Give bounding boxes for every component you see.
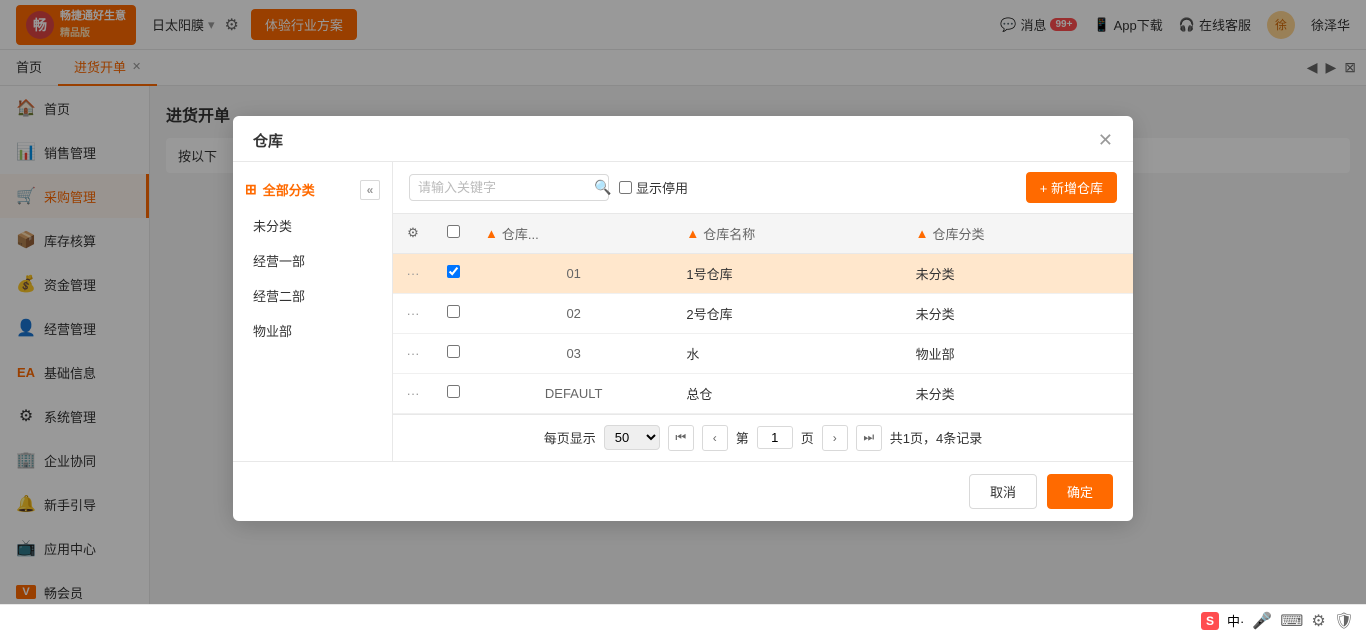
row-name-cell: 水 (674, 333, 903, 373)
select-all-checkbox[interactable] (447, 225, 460, 238)
row-code-cell: DEFAULT (473, 373, 674, 413)
row-name-cell: 2号仓库 (674, 293, 903, 333)
warehouse-modal: 仓库 ✕ ⊞ 全部分类 « 未分类 经营一部 经营二部 (233, 116, 1133, 521)
mic-icon[interactable]: 🎤 (1252, 611, 1272, 631)
th-category: ▲ 仓库分类 (904, 214, 1133, 254)
first-page-button[interactable]: ⏮ (668, 425, 694, 451)
th-category-label: 仓库分类 (933, 224, 985, 243)
table-row[interactable]: ··· 02 2号仓库 未分类 (393, 293, 1133, 333)
sort-icon: ▲ (485, 226, 498, 241)
category-item-ops1[interactable]: 经营一部 (233, 243, 392, 278)
prev-page-button[interactable]: ‹ (702, 425, 728, 451)
add-warehouse-button[interactable]: + 新增仓库 (1026, 172, 1117, 203)
show-disabled-control: 显示停用 (619, 178, 688, 197)
table-header-row: ⚙ ▲ 仓库... (393, 214, 1133, 254)
gear-icon: ⚙ (407, 225, 419, 240)
warehouse-tbody: ··· 01 1号仓库 未分类 ··· 02 2号仓库 未分类 ··· 03 水… (393, 253, 1133, 413)
total-label: 共1页，4条记录 (890, 428, 982, 447)
page-input[interactable] (757, 426, 793, 449)
collapse-button[interactable]: « (360, 180, 380, 200)
category-label: 未分类 (253, 219, 292, 234)
th-code: ▲ 仓库... (473, 214, 674, 254)
search-icon: 🔍 (594, 179, 611, 196)
s-logo[interactable]: S (1201, 612, 1219, 630)
category-item-property[interactable]: 物业部 (233, 313, 392, 348)
th-actions: ⚙ (393, 214, 433, 254)
row-checkbox-cell (433, 333, 473, 373)
category-item-unclassified[interactable]: 未分类 (233, 208, 392, 243)
show-disabled-label: 显示停用 (636, 178, 688, 197)
show-disabled-checkbox[interactable] (619, 181, 632, 194)
settings-icon[interactable]: ⚙ (1311, 611, 1325, 631)
next-page-button[interactable]: › (822, 425, 848, 451)
modal-header: 仓库 ✕ (233, 116, 1133, 162)
search-input[interactable] (418, 180, 594, 195)
ime-label: 中· (1227, 611, 1244, 630)
modal-category-panel: ⊞ 全部分类 « 未分类 经营一部 经营二部 物业部 (233, 162, 393, 461)
all-category-header[interactable]: ⊞ 全部分类 « (233, 172, 392, 208)
warehouse-table-wrap: ⚙ ▲ 仓库... (393, 214, 1133, 414)
row-code-cell: 01 (473, 253, 674, 293)
row-name-cell: 1号仓库 (674, 253, 903, 293)
modal-body: ⊞ 全部分类 « 未分类 经营一部 经营二部 物业部 (233, 162, 1133, 461)
per-page-label: 每页显示 (544, 428, 596, 447)
row-category-cell: 未分类 (904, 253, 1133, 293)
row-category-cell: 未分类 (904, 373, 1133, 413)
row-category-cell: 物业部 (904, 333, 1133, 373)
modal-close-icon[interactable]: ✕ (1098, 131, 1113, 149)
page-suffix: 页 (801, 428, 814, 447)
warehouse-table: ⚙ ▲ 仓库... (393, 214, 1133, 414)
row-actions-cell: ··· (393, 253, 433, 293)
row-category-cell: 未分类 (904, 293, 1133, 333)
category-label: 物业部 (253, 324, 292, 339)
category-label: 经营一部 (253, 254, 305, 269)
row-code-cell: 02 (473, 293, 674, 333)
table-row[interactable]: ··· 01 1号仓库 未分类 (393, 253, 1133, 293)
page-label: 第 (736, 428, 749, 447)
table-row[interactable]: ··· 03 水 物业部 (393, 333, 1133, 373)
sort-icon: ▲ (916, 226, 929, 241)
row-code-cell: 03 (473, 333, 674, 373)
grid-icon: ⊞ (245, 181, 257, 198)
th-name: ▲ 仓库名称 (674, 214, 903, 254)
bottombar: S 中· 🎤 ⌨ ⚙ 🛡 (0, 604, 1366, 636)
last-page-button[interactable]: ⏭ (856, 425, 882, 451)
per-page-select[interactable]: 50 20 100 (604, 425, 660, 450)
modal-action-footer: 取消 确定 (233, 461, 1133, 521)
search-box[interactable]: 🔍 (409, 174, 609, 201)
row-checkbox[interactable] (447, 345, 460, 358)
th-code-label: 仓库... (502, 224, 539, 243)
row-checkbox-cell (433, 373, 473, 413)
row-checkbox[interactable] (447, 305, 460, 318)
pagination: 每页显示 50 20 100 ⏮ ‹ 第 页 › ⏭ 共1页，4条记录 (393, 414, 1133, 461)
row-actions-cell: ··· (393, 333, 433, 373)
all-category-label: 全部分类 (263, 180, 315, 199)
confirm-button[interactable]: 确定 (1047, 474, 1113, 509)
keyboard-icon[interactable]: ⌨ (1280, 611, 1303, 631)
row-checkbox-cell (433, 293, 473, 333)
cancel-button[interactable]: 取消 (969, 474, 1037, 509)
sort-icon: ▲ (686, 226, 699, 241)
category-label: 经营二部 (253, 289, 305, 304)
modal-overlay: 仓库 ✕ ⊞ 全部分类 « 未分类 经营一部 经营二部 (0, 0, 1366, 636)
th-checkbox (433, 214, 473, 254)
shield-icon[interactable]: 🛡 (1334, 611, 1354, 631)
row-name-cell: 总仓 (674, 373, 903, 413)
th-name-label: 仓库名称 (703, 224, 755, 243)
row-checkbox-cell (433, 253, 473, 293)
row-actions-cell: ··· (393, 373, 433, 413)
row-checkbox[interactable] (447, 385, 460, 398)
modal-title: 仓库 (253, 130, 283, 151)
modal-right-panel: 🔍 显示停用 + 新增仓库 ⚙ (393, 162, 1133, 461)
table-row[interactable]: ··· DEFAULT 总仓 未分类 (393, 373, 1133, 413)
modal-toolbar: 🔍 显示停用 + 新增仓库 (393, 162, 1133, 214)
row-actions-cell: ··· (393, 293, 433, 333)
category-item-ops2[interactable]: 经营二部 (233, 278, 392, 313)
row-checkbox[interactable] (447, 265, 460, 278)
